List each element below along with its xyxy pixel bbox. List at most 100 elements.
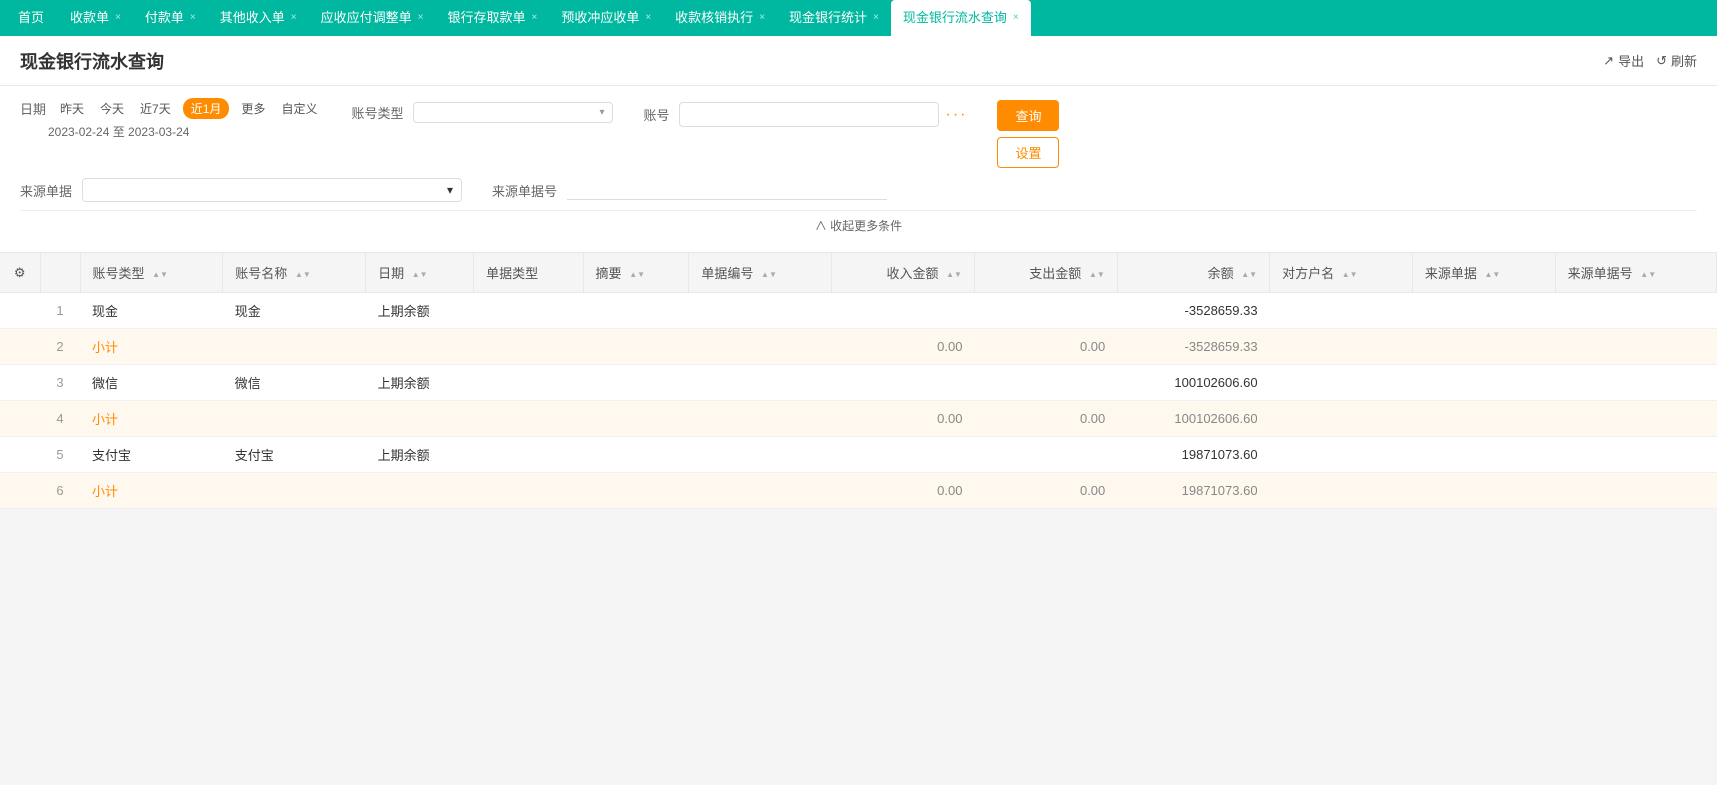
col-account-name[interactable]: 账号名称 ▲▼ xyxy=(223,253,366,293)
nav-tab-tongji[interactable]: 现金银行统计 × xyxy=(777,0,891,36)
col-date[interactable]: 日期 ▲▼ xyxy=(366,253,474,293)
account-type-cell: 小计 xyxy=(80,473,223,509)
col-account-type[interactable]: 账号类型 ▲▼ xyxy=(80,253,223,293)
doc-num-cell xyxy=(689,437,832,473)
nav-tab-yushou[interactable]: 预收冲应收单 × xyxy=(549,0,663,36)
doc-num-cell xyxy=(689,329,832,365)
num-cell: 6 xyxy=(40,473,80,509)
num-cell: 2 xyxy=(40,329,80,365)
account-input[interactable] xyxy=(679,102,939,127)
source-doc-num-input[interactable] xyxy=(567,180,887,200)
income-cell: 0.00 xyxy=(832,329,975,365)
close-tab-yushou[interactable]: × xyxy=(645,0,651,36)
col-settings[interactable]: ⚙ xyxy=(0,253,40,293)
close-tab-yinhang[interactable]: × xyxy=(531,0,537,36)
table-row: 1现金现金上期余额-3528659.33 xyxy=(0,293,1717,329)
sort-summary[interactable]: ▲▼ xyxy=(629,271,645,279)
sort-doc-num[interactable]: ▲▼ xyxy=(761,271,777,279)
col-doc-type: 单据类型 xyxy=(474,253,583,293)
close-tab-tongji[interactable]: × xyxy=(873,0,879,36)
account-name-cell xyxy=(223,329,366,365)
nav-tab-hexiao[interactable]: 收款核销执行 × xyxy=(663,0,777,36)
date-today[interactable]: 今天 xyxy=(96,98,128,119)
close-tab-fukudan[interactable]: × xyxy=(190,0,196,36)
source-doc-filter: 来源单据 ▾ xyxy=(20,178,462,202)
sort-counterpart[interactable]: ▲▼ xyxy=(1342,271,1358,279)
table-row: 3微信微信上期余额100102606.60 xyxy=(0,365,1717,401)
num-cell: 4 xyxy=(40,401,80,437)
refresh-button[interactable]: ↺ 刷新 xyxy=(1656,51,1697,70)
sort-expense[interactable]: ▲▼ xyxy=(1089,271,1105,279)
nav-tab-fukudan[interactable]: 付款单 × xyxy=(133,0,208,36)
sort-source-doc[interactable]: ▲▼ xyxy=(1485,271,1501,279)
close-tab-liushui[interactable]: × xyxy=(1013,0,1019,36)
source-doc-cell xyxy=(1412,437,1555,473)
nav-tab-qitashouru[interactable]: 其他收入单 × xyxy=(208,0,309,36)
action-buttons: 查询 设置 xyxy=(997,100,1059,168)
close-tab-qitashouru[interactable]: × xyxy=(291,0,297,36)
top-navigation: 首页 收款单 × 付款单 × 其他收入单 × 应收应付调整单 × 银行存取款单 … xyxy=(0,0,1717,36)
doc-type-cell xyxy=(474,401,583,437)
num-cell: 1 xyxy=(40,293,80,329)
date-cell xyxy=(366,473,474,509)
close-tab-shoudan[interactable]: × xyxy=(115,0,121,36)
collapse-bar[interactable]: ∧ 收起更多条件 xyxy=(20,210,1697,240)
nav-tab-shoudan[interactable]: 收款单 × xyxy=(58,0,133,36)
account-input-area: ··· xyxy=(679,102,967,127)
settings-button[interactable]: 设置 xyxy=(997,137,1059,168)
settings-icon[interactable]: ⚙ xyxy=(14,265,26,280)
settings-cell xyxy=(0,401,40,437)
col-income[interactable]: 收入金额 ▲▼ xyxy=(832,253,975,293)
nav-home[interactable]: 首页 xyxy=(4,0,58,36)
sort-date[interactable]: ▲▼ xyxy=(412,271,428,279)
col-source-doc[interactable]: 来源单据 ▲▼ xyxy=(1412,253,1555,293)
expense-cell: 0.00 xyxy=(974,329,1117,365)
sort-account-type[interactable]: ▲▼ xyxy=(152,271,168,279)
doc-type-cell xyxy=(474,365,583,401)
source-doc-select[interactable]: ▾ xyxy=(82,178,462,202)
source-doc-num-cell xyxy=(1555,401,1716,437)
export-button[interactable]: ↗ 导出 xyxy=(1603,51,1644,70)
sort-account-name[interactable]: ▲▼ xyxy=(295,271,311,279)
date-cell: 上期余额 xyxy=(366,437,474,473)
close-tab-hexiao[interactable]: × xyxy=(759,0,765,36)
counterpart-cell xyxy=(1270,437,1413,473)
doc-type-cell xyxy=(474,329,583,365)
col-expense[interactable]: 支出金额 ▲▼ xyxy=(974,253,1117,293)
source-doc-cell xyxy=(1412,329,1555,365)
counterpart-cell xyxy=(1270,365,1413,401)
col-summary[interactable]: 摘要 ▲▼ xyxy=(583,253,689,293)
sort-balance[interactable]: ▲▼ xyxy=(1241,271,1257,279)
income-cell xyxy=(832,437,975,473)
account-name-cell: 支付宝 xyxy=(223,437,366,473)
date-cell: 上期余额 xyxy=(366,365,474,401)
expense-cell: 0.00 xyxy=(974,473,1117,509)
nav-tab-liushui[interactable]: 现金银行流水查询 × xyxy=(891,0,1031,36)
col-balance[interactable]: 余额 ▲▼ xyxy=(1117,253,1269,293)
col-source-doc-num[interactable]: 来源单据号 ▲▼ xyxy=(1555,253,1716,293)
account-type-select[interactable]: ▾ xyxy=(413,102,613,123)
source-doc-num-cell xyxy=(1555,293,1716,329)
source-doc-num-cell xyxy=(1555,437,1716,473)
date-yesterday[interactable]: 昨天 xyxy=(56,98,88,119)
date-custom[interactable]: 自定义 xyxy=(277,98,321,119)
nav-tab-yinhang[interactable]: 银行存取款单 × xyxy=(435,0,549,36)
col-doc-num[interactable]: 单据编号 ▲▼ xyxy=(689,253,832,293)
balance-cell: -3528659.33 xyxy=(1117,329,1269,365)
date-more[interactable]: 更多 xyxy=(237,98,269,119)
date-7days[interactable]: 近7天 xyxy=(136,98,175,119)
query-button[interactable]: 查询 xyxy=(997,100,1059,131)
more-dots[interactable]: ··· xyxy=(945,106,967,124)
income-cell: 0.00 xyxy=(832,473,975,509)
settings-cell xyxy=(0,473,40,509)
sort-income[interactable]: ▲▼ xyxy=(946,271,962,279)
nav-tab-tiaozheng[interactable]: 应收应付调整单 × xyxy=(309,0,436,36)
balance-cell: 19871073.60 xyxy=(1117,437,1269,473)
account-name-cell: 现金 xyxy=(223,293,366,329)
close-tab-tiaozheng[interactable]: × xyxy=(418,0,424,36)
counterpart-cell xyxy=(1270,401,1413,437)
settings-cell xyxy=(0,437,40,473)
sort-source-doc-num[interactable]: ▲▼ xyxy=(1640,271,1656,279)
date-1month[interactable]: 近1月 xyxy=(183,98,230,119)
col-counterpart[interactable]: 对方户名 ▲▼ xyxy=(1270,253,1413,293)
